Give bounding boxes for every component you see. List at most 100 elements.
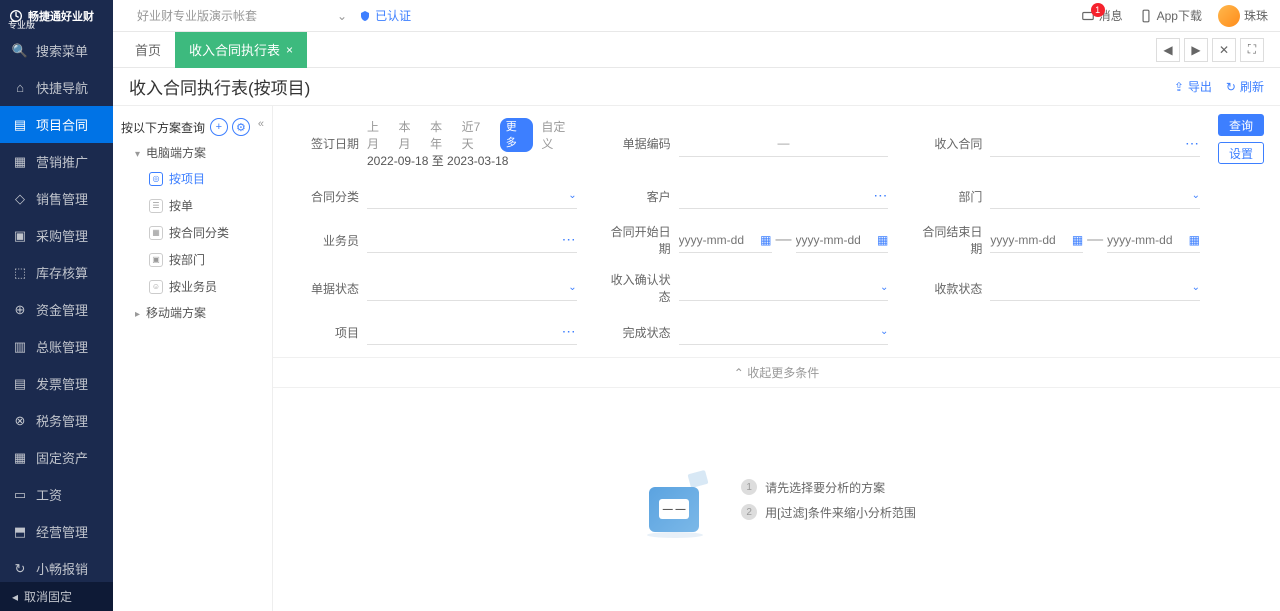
money-icon: ⊕ xyxy=(12,302,28,318)
tab-prev-button[interactable]: ◀ xyxy=(1156,38,1180,62)
input-doc-no[interactable]: — xyxy=(679,131,889,157)
scheme-panel: 按以下方案查询 + ⚙ « 电脑端方案 ◎按项目 ☰按单 ▦按合同分类 ▣按部门… xyxy=(113,106,273,611)
date-tab-7days[interactable]: 近7天 xyxy=(462,118,492,152)
filter-doc-no: 单据编码 — xyxy=(601,118,889,169)
tree-leaf-doc[interactable]: ☰按单 xyxy=(121,192,264,219)
chevron-down-icon: ⌄ xyxy=(880,326,888,337)
add-scheme-button[interactable]: + xyxy=(210,118,228,136)
sidebar-item-finance[interactable]: ⊕资金管理 xyxy=(0,291,113,328)
empty-steps: 1请先选择要分析的方案 2用[过滤]条件来缩小分析范围 xyxy=(741,479,916,521)
collapse-filters-button[interactable]: ⌃ 收起更多条件 xyxy=(273,357,1280,388)
tab-income-contract[interactable]: 收入合同执行表 × xyxy=(175,32,307,68)
select-contract-type[interactable]: ⌄ xyxy=(367,183,577,209)
input-project[interactable]: ⋯ xyxy=(367,319,577,345)
collapse-panel-button[interactable]: « xyxy=(258,118,264,136)
building-icon: ▦ xyxy=(12,450,28,466)
tree-group-mobile[interactable]: 移动端方案 xyxy=(121,300,264,325)
account-name: 好业财专业版演示帐套 xyxy=(137,7,257,24)
close-icon[interactable]: × xyxy=(286,43,293,57)
sidebar-item-marketing[interactable]: ▦营销推广 xyxy=(0,143,113,180)
receipt-icon: ▤ xyxy=(12,376,28,392)
top-left: 好业财专业版演示帐套 ⌄ 已认证 xyxy=(137,7,411,24)
title-actions: ⇪ 导出 ↻ 刷新 xyxy=(1174,78,1264,95)
sub-layout: 按以下方案查询 + ⚙ « 电脑端方案 ◎按项目 ☰按单 ▦按合同分类 ▣按部门… xyxy=(113,106,1280,611)
sidebar-item-invoice[interactable]: ▤发票管理 xyxy=(0,365,113,402)
sidebar-item-sales[interactable]: ◇销售管理 xyxy=(0,180,113,217)
filter-income-status: 收入确认状态 ⌄ xyxy=(601,271,889,305)
app-download-button[interactable]: App下载 xyxy=(1139,7,1202,24)
scheme-header: 按以下方案查询 + ⚙ « xyxy=(121,114,264,140)
input-customer[interactable]: ⋯ xyxy=(679,183,889,209)
input-start-date-from[interactable]: ▦ xyxy=(679,227,772,253)
date-range-text: 2022-09-18 至 2023-03-18 xyxy=(367,152,577,169)
more-icon[interactable]: ⋯ xyxy=(562,231,577,248)
sidebar-item-salary[interactable]: ▭工资 xyxy=(0,476,113,513)
calendar-icon: ▦ xyxy=(877,233,888,247)
input-salesman[interactable]: ⋯ xyxy=(367,227,577,253)
sidebar-item-search[interactable]: 🔍搜索菜单 xyxy=(0,32,113,69)
input-end-date-from[interactable]: ▦ xyxy=(990,227,1083,253)
filter-grid: 签订日期 上月 本月 本年 近7天 更多 自定义 2022-09-18 至 20… xyxy=(273,106,1280,357)
label-contract-type: 合同分类 xyxy=(289,188,359,205)
sidebar-item-quicknav[interactable]: ⌂快捷导航 xyxy=(0,69,113,106)
filter-department: 部门 ⌄ xyxy=(912,183,1200,209)
select-complete-status[interactable]: ⌄ xyxy=(679,319,889,345)
book-icon: ▥ xyxy=(12,339,28,355)
tree-group-desktop[interactable]: 电脑端方案 xyxy=(121,140,264,165)
tab-next-button[interactable]: ▶ xyxy=(1184,38,1208,62)
date-tab-thismonth[interactable]: 本月 xyxy=(399,118,423,152)
sidebar-item-tax[interactable]: ⊗税务管理 xyxy=(0,402,113,439)
input-start-date-to[interactable]: ▦ xyxy=(796,227,889,253)
sidebar-item-asset[interactable]: ▦固定资产 xyxy=(0,439,113,476)
tab-close-all-button[interactable]: ✕ xyxy=(1212,38,1236,62)
date-tab-custom[interactable]: 自定义 xyxy=(541,118,576,152)
refresh-button[interactable]: ↻ 刷新 xyxy=(1226,78,1264,95)
select-doc-status[interactable]: ⌄ xyxy=(367,275,577,301)
select-department[interactable]: ⌄ xyxy=(990,183,1200,209)
user-menu[interactable]: 珠珠 xyxy=(1218,5,1268,27)
tax-icon: ⊗ xyxy=(12,413,28,429)
account-select[interactable]: 好业财专业版演示帐套 ⌄ xyxy=(137,7,347,24)
label-income-status: 收入确认状态 xyxy=(601,271,671,305)
step-1: 1请先选择要分析的方案 xyxy=(741,479,916,496)
more-icon[interactable]: ⋯ xyxy=(1185,135,1200,152)
chevron-down-icon: ⌄ xyxy=(337,9,347,23)
messages-button[interactable]: 消息 1 xyxy=(1081,7,1123,24)
app-label: App下载 xyxy=(1157,7,1202,24)
scheme-settings-button[interactable]: ⚙ xyxy=(232,118,250,136)
chevron-down-icon: ⌄ xyxy=(1192,190,1200,201)
input-income-contract[interactable]: ⋯ xyxy=(990,131,1200,157)
sidebar-item-inventory[interactable]: ⬚库存核算 xyxy=(0,254,113,291)
tree-leaf-salesman[interactable]: ☺按业务员 xyxy=(121,273,264,300)
search-icon: 🔍 xyxy=(12,43,28,59)
more-icon[interactable]: ⋯ xyxy=(873,187,888,204)
sidebar-item-ledger[interactable]: ▥总账管理 xyxy=(0,328,113,365)
empty-illustration: — — xyxy=(637,460,717,540)
sidebar-item-contract[interactable]: ▤项目合同 xyxy=(0,106,113,143)
top-right: 消息 1 App下载 珠珠 xyxy=(1081,5,1268,27)
chevron-down-icon: ⌄ xyxy=(568,190,576,201)
tree-leaf-dept[interactable]: ▣按部门 xyxy=(121,246,264,273)
select-income-status[interactable]: ⌄ xyxy=(679,275,889,301)
logo-text: 畅捷通好业财 xyxy=(28,8,94,24)
date-tab-thisyear[interactable]: 本年 xyxy=(430,118,454,152)
more-icon[interactable]: ⋯ xyxy=(562,323,577,340)
sidebar-item-purchase[interactable]: ▣采购管理 xyxy=(0,217,113,254)
user-name: 珠珠 xyxy=(1244,7,1268,24)
input-end-date-to[interactable]: ▦ xyxy=(1107,227,1200,253)
tab-home[interactable]: 首页 xyxy=(121,32,175,68)
tree-leaf-type[interactable]: ▦按合同分类 xyxy=(121,219,264,246)
tree-leaf-project[interactable]: ◎按项目 xyxy=(121,165,264,192)
filter-customer: 客户 ⋯ xyxy=(601,183,889,209)
sidebar-item-management[interactable]: ⬒经营管理 xyxy=(0,513,113,550)
sidebar-unpin[interactable]: ◂ 取消固定 xyxy=(0,582,113,611)
filter-project: 项目 ⋯ xyxy=(289,319,577,345)
export-button[interactable]: ⇪ 导出 xyxy=(1174,78,1212,95)
date-tab-more[interactable]: 更多 xyxy=(500,118,534,152)
tab-fullscreen-button[interactable]: ⛶ xyxy=(1240,38,1264,62)
date-tab-lastmonth[interactable]: 上月 xyxy=(367,118,391,152)
label-end-date: 合同结束日期 xyxy=(912,223,982,257)
select-receipt-status[interactable]: ⌄ xyxy=(990,275,1200,301)
sidebar: 🔍搜索菜单 ⌂快捷导航 ▤项目合同 ▦营销推广 ◇销售管理 ▣采购管理 ⬚库存核… xyxy=(0,32,113,611)
filter-doc-status: 单据状态 ⌄ xyxy=(289,271,577,305)
